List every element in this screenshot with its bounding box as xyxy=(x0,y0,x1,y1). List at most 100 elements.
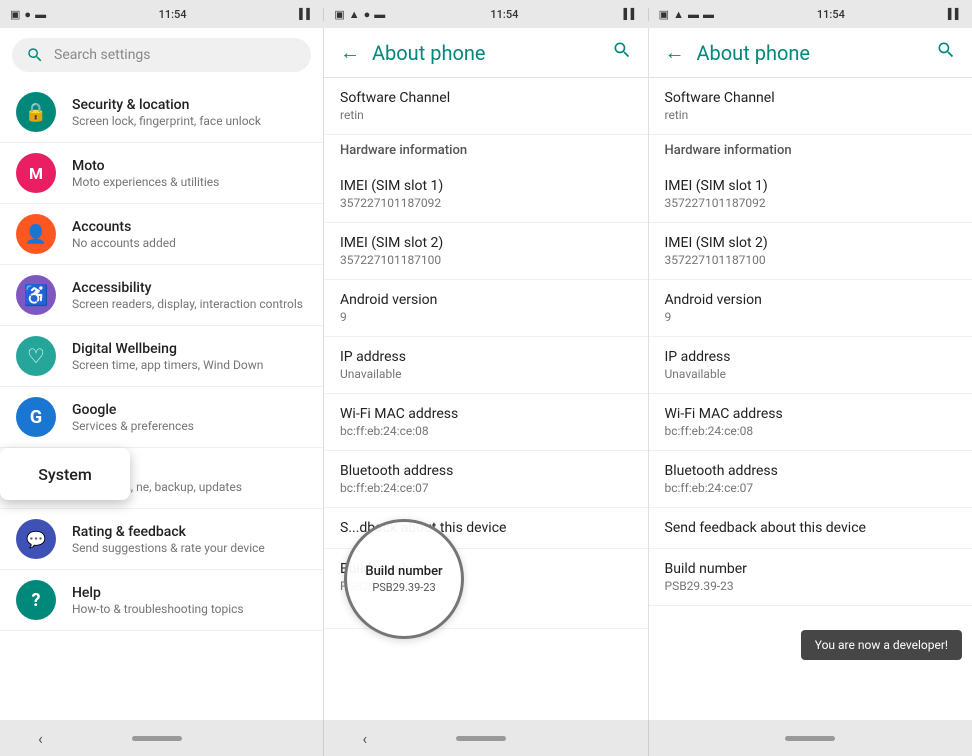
r-bt-sub: bc:ff:eb:24:ce:07 xyxy=(665,481,957,495)
settings-item-rating[interactable]: 💬 Rating & feedback Send suggestions & r… xyxy=(0,509,323,570)
nav-pill-left xyxy=(132,736,182,741)
middle-android-version[interactable]: Android version 9 xyxy=(324,280,648,337)
middle-bt[interactable]: Bluetooth address bc:ff:eb:24:ce:07 xyxy=(324,451,648,508)
status-section-right: ▣ ▲ ▬ ▬ 11:54 ▌▌ xyxy=(649,8,972,21)
security-text: Security & location Screen lock, fingerp… xyxy=(72,97,307,128)
middle-ip[interactable]: IP address Unavailable xyxy=(324,337,648,394)
r-av-title: Android version xyxy=(665,292,957,308)
settings-item-security[interactable]: 🔒 Security & location Screen lock, finge… xyxy=(0,82,323,143)
bottom-nav-mid: ‹ xyxy=(324,720,648,756)
r-av-sub: 9 xyxy=(665,310,957,324)
status-icons-mid: ▣ ▲ ● ▬ xyxy=(334,8,385,21)
right-imei2[interactable]: IMEI (SIM slot 2) 357227101187100 xyxy=(649,223,972,280)
nav-pill-right xyxy=(785,736,835,741)
google-title: Google xyxy=(72,402,307,418)
middle-search-button[interactable] xyxy=(612,40,632,65)
search-icon xyxy=(26,46,44,64)
icon-up2: ▲ xyxy=(673,8,684,21)
bottom-nav: ‹ ‹ xyxy=(0,720,972,756)
bottom-nav-right xyxy=(649,720,972,756)
accounts-icon: 👤 xyxy=(16,214,56,254)
middle-imei1[interactable]: IMEI (SIM slot 1) 357227101187092 xyxy=(324,166,648,223)
r-wifi-sub: bc:ff:eb:24:ce:08 xyxy=(665,424,957,438)
back-button-left[interactable]: ‹ xyxy=(30,725,51,752)
settings-item-system[interactable]: ℹ System Languages, ne, backup, updates … xyxy=(0,448,323,509)
middle-imei2[interactable]: IMEI (SIM slot 2) 357227101187100 xyxy=(324,223,648,280)
right-ip[interactable]: IP address Unavailable xyxy=(649,337,972,394)
settings-item-accessibility[interactable]: ♿ Accessibility Screen readers, display,… xyxy=(0,265,323,326)
right-hw-info: Hardware information xyxy=(649,135,972,166)
rating-title: Rating & feedback xyxy=(72,524,307,540)
security-subtitle: Screen lock, fingerprint, face unlock xyxy=(72,114,307,128)
r-fb-title: Send feedback about this device xyxy=(665,520,957,536)
right-search-button[interactable] xyxy=(936,40,956,65)
mid-bt-sub: bc:ff:eb:24:ce:07 xyxy=(340,481,632,495)
mid-imei2-sub: 357227101187100 xyxy=(340,253,632,267)
status-right-right: ▌▌ xyxy=(948,9,962,20)
google-text: Google Services & preferences xyxy=(72,402,307,433)
r-ip-title: IP address xyxy=(665,349,957,365)
r-imei1-title: IMEI (SIM slot 1) xyxy=(665,178,957,194)
digital-wellbeing-title: Digital Wellbeing xyxy=(72,341,307,357)
help-icon: ? xyxy=(16,580,56,620)
right-android-version[interactable]: Android version 9 xyxy=(649,280,972,337)
right-bt[interactable]: Bluetooth address bc:ff:eb:24:ce:07 xyxy=(649,451,972,508)
middle-software-channel[interactable]: Software Channel retin xyxy=(324,78,648,135)
right-panel: ← About phone Software Channel retin Har… xyxy=(649,28,972,720)
rating-icon: 💬 xyxy=(16,519,56,559)
middle-wifi-mac[interactable]: Wi-Fi MAC address bc:ff:eb:24:ce:08 xyxy=(324,394,648,451)
settings-item-accounts[interactable]: 👤 Accounts No accounts added xyxy=(0,204,323,265)
settings-item-moto[interactable]: M Moto Moto experiences & utilities xyxy=(0,143,323,204)
rating-subtitle: Send suggestions & rate your device xyxy=(72,541,307,555)
status-right-left: ▌▌ xyxy=(299,9,313,20)
right-title: About phone xyxy=(697,41,925,65)
r-wifi-title: Wi-Fi MAC address xyxy=(665,406,957,422)
r-imei2-title: IMEI (SIM slot 2) xyxy=(665,235,957,251)
status-time-left: 11:54 xyxy=(159,8,187,21)
settings-item-google[interactable]: G Google Services & preferences xyxy=(0,387,323,448)
right-build-number[interactable]: Build number PSB29.39-23 xyxy=(649,549,972,606)
mid-av-title: Android version xyxy=(340,292,632,308)
digital-wellbeing-text: Digital Wellbeing Screen time, app timer… xyxy=(72,341,307,372)
right-software-channel[interactable]: Software Channel retin xyxy=(649,78,972,135)
right-back-button[interactable]: ← xyxy=(665,40,685,65)
middle-panel: ← About phone Software Channel retin Har… xyxy=(324,28,649,720)
r-bn-title: Build number xyxy=(665,561,957,577)
icon-sd: ▣ xyxy=(10,8,20,21)
r-bt-title: Bluetooth address xyxy=(665,463,957,479)
battery-icon: ▌▌ xyxy=(299,9,313,20)
mid-ip-sub: Unavailable xyxy=(340,367,632,381)
developer-toast: You are now a developer! xyxy=(801,630,962,660)
mid-sw-sub: retin xyxy=(340,108,632,122)
google-icon: G xyxy=(16,397,56,437)
r-ip-sub: Unavailable xyxy=(665,367,957,381)
right-feedback[interactable]: Send feedback about this device xyxy=(649,508,972,549)
r-bn-sub: PSB29.39-23 xyxy=(665,579,957,593)
mid-wifi-title: Wi-Fi MAC address xyxy=(340,406,632,422)
security-icon: 🔒 xyxy=(16,92,56,132)
moto-text: Moto Moto experiences & utilities xyxy=(72,158,307,189)
help-title: Help xyxy=(72,585,307,601)
status-icons-right: ▣ ▲ ▬ ▬ xyxy=(659,8,714,21)
settings-item-help[interactable]: ? Help How-to & troubleshooting topics xyxy=(0,570,323,631)
digital-wellbeing-subtitle: Screen time, app timers, Wind Down xyxy=(72,358,307,372)
back-button-mid[interactable]: ‹ xyxy=(354,725,375,752)
middle-title: About phone xyxy=(372,41,600,65)
accessibility-title: Accessibility xyxy=(72,280,307,296)
right-imei1[interactable]: IMEI (SIM slot 1) 357227101187092 xyxy=(649,166,972,223)
settings-item-digital-wellbeing[interactable]: ♡ Digital Wellbeing Screen time, app tim… xyxy=(0,326,323,387)
main-content: Search settings 🔒 Security & location Sc… xyxy=(0,28,972,720)
build-circle-title: Build number xyxy=(365,564,442,579)
help-subtitle: How-to & troubleshooting topics xyxy=(72,602,307,616)
search-bar[interactable]: Search settings xyxy=(12,38,311,72)
middle-build-number[interactable]: Build number PSB29.39-23 Build number PS… xyxy=(324,549,648,629)
right-wifi-mac[interactable]: Wi-Fi MAC address bc:ff:eb:24:ce:08 xyxy=(649,394,972,451)
r-hw-title: Hardware information xyxy=(665,143,957,158)
mid-wifi-sub: bc:ff:eb:24:ce:08 xyxy=(340,424,632,438)
mid-hw-title: Hardware information xyxy=(340,143,632,158)
build-circle-value: PSB29.39-23 xyxy=(372,581,435,594)
status-bar: ▣ ● ▬ 11:54 ▌▌ ▣ ▲ ● ▬ 11:54 ▌▌ ▣ ▲ ▬ ▬ … xyxy=(0,0,972,28)
mid-imei1-title: IMEI (SIM slot 1) xyxy=(340,178,632,194)
accessibility-text: Accessibility Screen readers, display, i… xyxy=(72,280,307,311)
middle-back-button[interactable]: ← xyxy=(340,40,360,65)
